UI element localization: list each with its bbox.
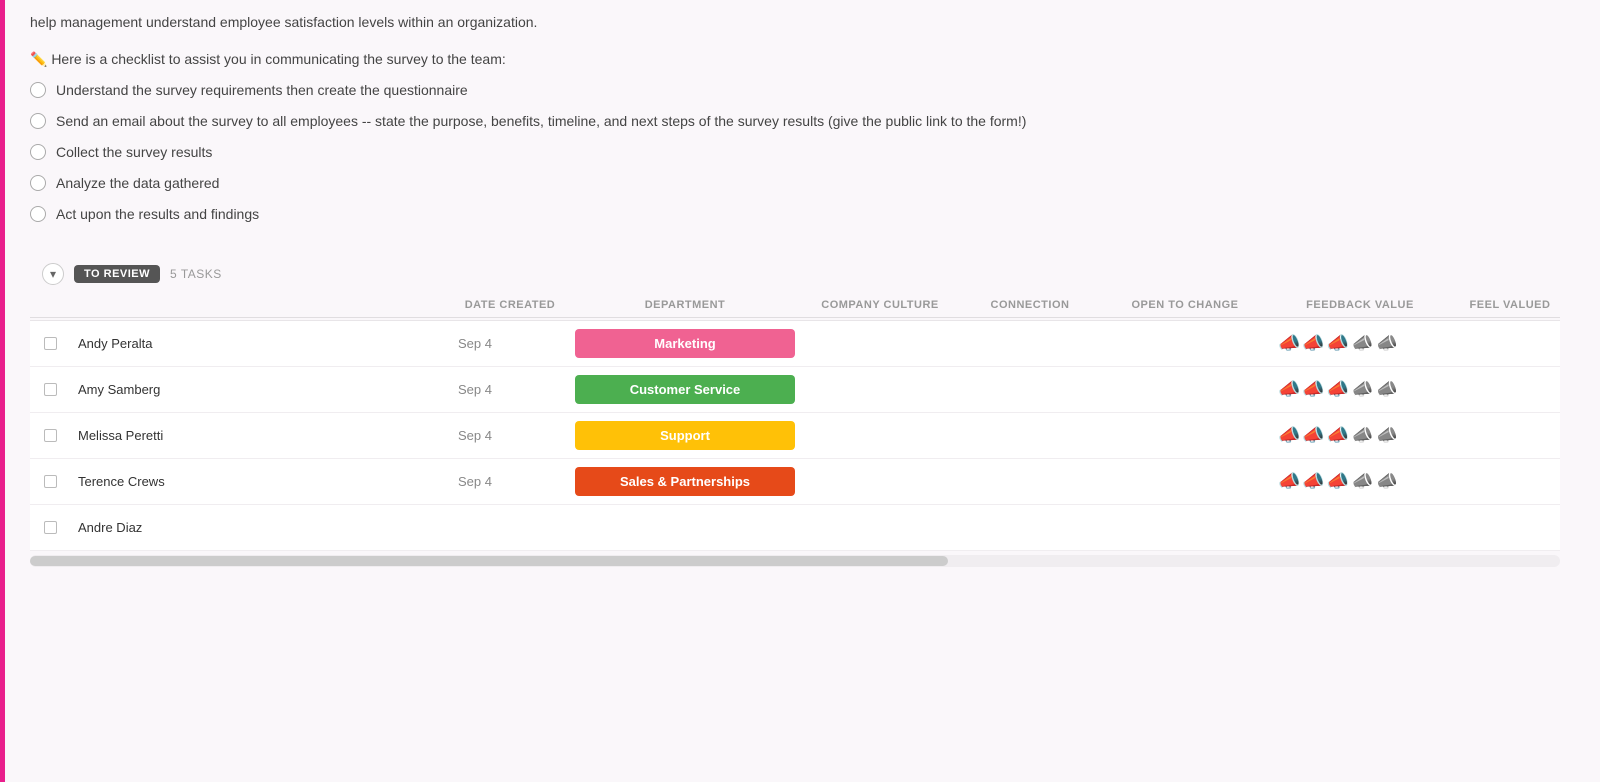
col-header-feelvalued: FEEL VALUED xyxy=(1450,299,1570,311)
megaphone-gold-3: 📣 xyxy=(1327,379,1349,400)
content-wrapper: help management understand employee sati… xyxy=(0,0,1600,587)
scrollbar-track[interactable] xyxy=(30,555,1560,567)
megaphone-gold-3: 📣 xyxy=(1327,471,1349,492)
radio-circle[interactable] xyxy=(30,175,46,191)
radio-circle[interactable] xyxy=(30,113,46,129)
feedback-value-cell: 📣 📣 📣 📣 📣 xyxy=(1270,333,1450,354)
department-cell[interactable]: Sales & Partnerships xyxy=(570,467,800,496)
table-body: Andy Peralta Sep 4 Marketing 📣 📣 📣 📣 📣 xyxy=(30,320,1560,551)
row-date: Sep 4 xyxy=(450,336,570,351)
dept-pill-marketing[interactable]: Marketing xyxy=(575,329,795,358)
row-checkbox[interactable] xyxy=(30,337,70,350)
dept-pill-customer[interactable]: Customer Service xyxy=(575,375,795,404)
to-review-badge: TO REVIEW xyxy=(74,265,160,283)
table-row: Melissa Peretti Sep 4 Support 📣 📣 📣 📣 📣 xyxy=(30,413,1560,459)
megaphone-gold-2: 📣 xyxy=(1302,333,1324,354)
row-name[interactable]: Andy Peralta xyxy=(70,336,450,351)
list-item[interactable]: Understand the survey requirements then … xyxy=(30,80,1560,101)
feedback-value-cell: 📣 📣 📣 📣 📣 xyxy=(1270,379,1450,400)
radio-circle[interactable] xyxy=(30,82,46,98)
megaphone-gold-3: 📣 xyxy=(1327,425,1349,446)
list-item[interactable]: Act upon the results and findings xyxy=(30,204,1560,225)
dept-pill-support[interactable]: Support xyxy=(575,421,795,450)
page-container: help management understand employee sati… xyxy=(0,0,1600,782)
megaphone-silver-1: 📣 xyxy=(1351,379,1373,400)
column-headers: DATE CREATED DEPARTMENT COMPANY CULTURE … xyxy=(30,293,1560,318)
col-header-checkbox xyxy=(30,299,70,311)
list-item[interactable]: Analyze the data gathered xyxy=(30,173,1560,194)
megaphone-silver-2: 📣 xyxy=(1376,425,1398,446)
col-header-date: DATE CREATED xyxy=(450,299,570,311)
department-cell[interactable]: Customer Service xyxy=(570,375,800,404)
checklist-item-label: Analyze the data gathered xyxy=(56,173,219,194)
row-name[interactable]: Andre Diaz xyxy=(70,520,450,535)
table-row: Amy Samberg Sep 4 Customer Service 📣 📣 📣… xyxy=(30,367,1560,413)
col-header-name xyxy=(70,299,450,311)
megaphone-silver-2: 📣 xyxy=(1376,379,1398,400)
checklist-item-label: Collect the survey results xyxy=(56,142,212,163)
row-checkbox[interactable] xyxy=(30,475,70,488)
row-name[interactable]: Melissa Peretti xyxy=(70,428,450,443)
scrollbar-thumb[interactable] xyxy=(30,556,948,566)
radio-circle[interactable] xyxy=(30,206,46,222)
checklist-item-label: Understand the survey requirements then … xyxy=(56,80,468,101)
table-header-row: ▾ TO REVIEW 5 TASKS xyxy=(30,255,1560,293)
feedback-value-cell: 📣 📣 📣 📣 📣 xyxy=(1270,425,1450,446)
megaphone-silver-1: 📣 xyxy=(1351,333,1373,354)
left-accent-bar xyxy=(0,0,5,782)
megaphone-gold-1: 📣 xyxy=(1278,471,1300,492)
table-row: Andre Diaz xyxy=(30,505,1560,551)
megaphone-silver-1: 📣 xyxy=(1351,425,1373,446)
radio-circle[interactable] xyxy=(30,144,46,160)
row-checkbox[interactable] xyxy=(30,429,70,442)
department-cell[interactable]: Marketing xyxy=(570,329,800,358)
checklist-item-label: Send an email about the survey to all em… xyxy=(56,111,1026,132)
row-date: Sep 4 xyxy=(450,428,570,443)
col-header-dept: DEPARTMENT xyxy=(570,299,800,311)
col-header-feedback: FEEDBACK VALUE xyxy=(1270,299,1450,311)
megaphone-gold-1: 📣 xyxy=(1278,425,1300,446)
megaphone-gold-2: 📣 xyxy=(1302,471,1324,492)
list-item[interactable]: Send an email about the survey to all em… xyxy=(30,111,1560,132)
dept-pill-sales[interactable]: Sales & Partnerships xyxy=(575,467,795,496)
megaphone-gold-1: 📣 xyxy=(1278,379,1300,400)
megaphone-gold-2: 📣 xyxy=(1302,425,1324,446)
list-item[interactable]: Collect the survey results xyxy=(30,142,1560,163)
table-row: Andy Peralta Sep 4 Marketing 📣 📣 📣 📣 📣 xyxy=(30,321,1560,367)
checklist-list: Understand the survey requirements then … xyxy=(30,80,1560,225)
megaphone-gold-1: 📣 xyxy=(1278,333,1300,354)
table-section: ▾ TO REVIEW 5 TASKS DATE CREATED DEPARTM… xyxy=(30,255,1560,567)
megaphone-silver-2: 📣 xyxy=(1376,471,1398,492)
row-checkbox[interactable] xyxy=(30,521,70,534)
tasks-count: 5 TASKS xyxy=(170,267,222,281)
row-checkbox[interactable] xyxy=(30,383,70,396)
row-name[interactable]: Terence Crews xyxy=(70,474,450,489)
checklist-item-label: Act upon the results and findings xyxy=(56,204,259,225)
feedback-value-cell: 📣 📣 📣 📣 📣 xyxy=(1270,471,1450,492)
table-row: Terence Crews Sep 4 Sales & Partnerships… xyxy=(30,459,1560,505)
megaphone-silver-2: 📣 xyxy=(1376,333,1398,354)
description-text: help management understand employee sati… xyxy=(30,12,1560,33)
megaphone-gold-3: 📣 xyxy=(1327,333,1349,354)
col-header-culture: COMPANY CULTURE xyxy=(800,299,960,311)
collapse-button[interactable]: ▾ xyxy=(42,263,64,285)
megaphone-silver-1: 📣 xyxy=(1351,471,1373,492)
row-date: Sep 4 xyxy=(450,382,570,397)
checklist-header: ✏️ Here is a checklist to assist you in … xyxy=(30,51,1560,68)
col-header-connection: CONNECTION xyxy=(960,299,1100,311)
row-date: Sep 4 xyxy=(450,474,570,489)
col-header-openchange: OPEN TO CHANGE xyxy=(1100,299,1270,311)
megaphone-gold-2: 📣 xyxy=(1302,379,1324,400)
department-cell[interactable]: Support xyxy=(570,421,800,450)
row-name[interactable]: Amy Samberg xyxy=(70,382,450,397)
chevron-down-icon: ▾ xyxy=(50,267,56,281)
